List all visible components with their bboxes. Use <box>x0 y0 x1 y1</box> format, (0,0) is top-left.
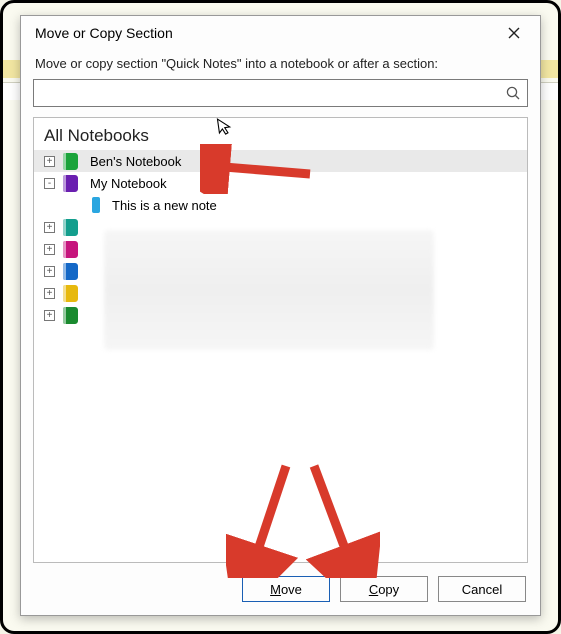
expand-icon[interactable]: + <box>44 288 55 299</box>
close-button[interactable] <box>496 19 532 47</box>
dialog-title: Move or Copy Section <box>35 25 496 41</box>
notebook-label: My Notebook <box>88 176 167 191</box>
expand-icon[interactable]: + <box>44 310 55 321</box>
section-icon <box>92 197 100 213</box>
move-copy-dialog: Move or Copy Section Move or copy sectio… <box>20 15 541 616</box>
expand-icon[interactable]: + <box>44 266 55 277</box>
search-input[interactable] <box>34 80 499 106</box>
notebook-icon <box>63 175 78 192</box>
close-icon <box>507 26 521 40</box>
notebook-icon <box>63 263 78 280</box>
notebook-icon <box>63 241 78 258</box>
tree-header: All Notebooks <box>34 118 527 150</box>
notebook-label: Ben's Notebook <box>88 154 181 169</box>
notebook-tree: All Notebooks + Ben's Notebook - My Note… <box>33 117 528 563</box>
cancel-button[interactable]: Cancel <box>438 576 526 602</box>
expand-icon[interactable]: + <box>44 244 55 255</box>
search-field-wrap <box>33 79 528 107</box>
notebook-icon <box>63 307 78 324</box>
button-bar: Move Copy Cancel <box>21 563 540 615</box>
section-row-new-note[interactable]: This is a new note <box>34 194 527 216</box>
search-icon[interactable] <box>499 85 527 101</box>
titlebar: Move or Copy Section <box>21 16 540 50</box>
redacted-region <box>104 230 434 350</box>
move-button[interactable]: Move <box>242 576 330 602</box>
instruction-text: Move or copy section "Quick Notes" into … <box>21 50 540 79</box>
collapse-icon[interactable]: - <box>44 178 55 189</box>
section-label: This is a new note <box>110 198 217 213</box>
copy-button[interactable]: Copy <box>340 576 428 602</box>
notebook-icon <box>63 153 78 170</box>
notebook-row-bens[interactable]: + Ben's Notebook <box>34 150 527 172</box>
expand-icon[interactable]: + <box>44 222 55 233</box>
notebook-icon <box>63 285 78 302</box>
expand-icon[interactable]: + <box>44 156 55 167</box>
notebook-row-my[interactable]: - My Notebook <box>34 172 527 194</box>
notebook-icon <box>63 219 78 236</box>
